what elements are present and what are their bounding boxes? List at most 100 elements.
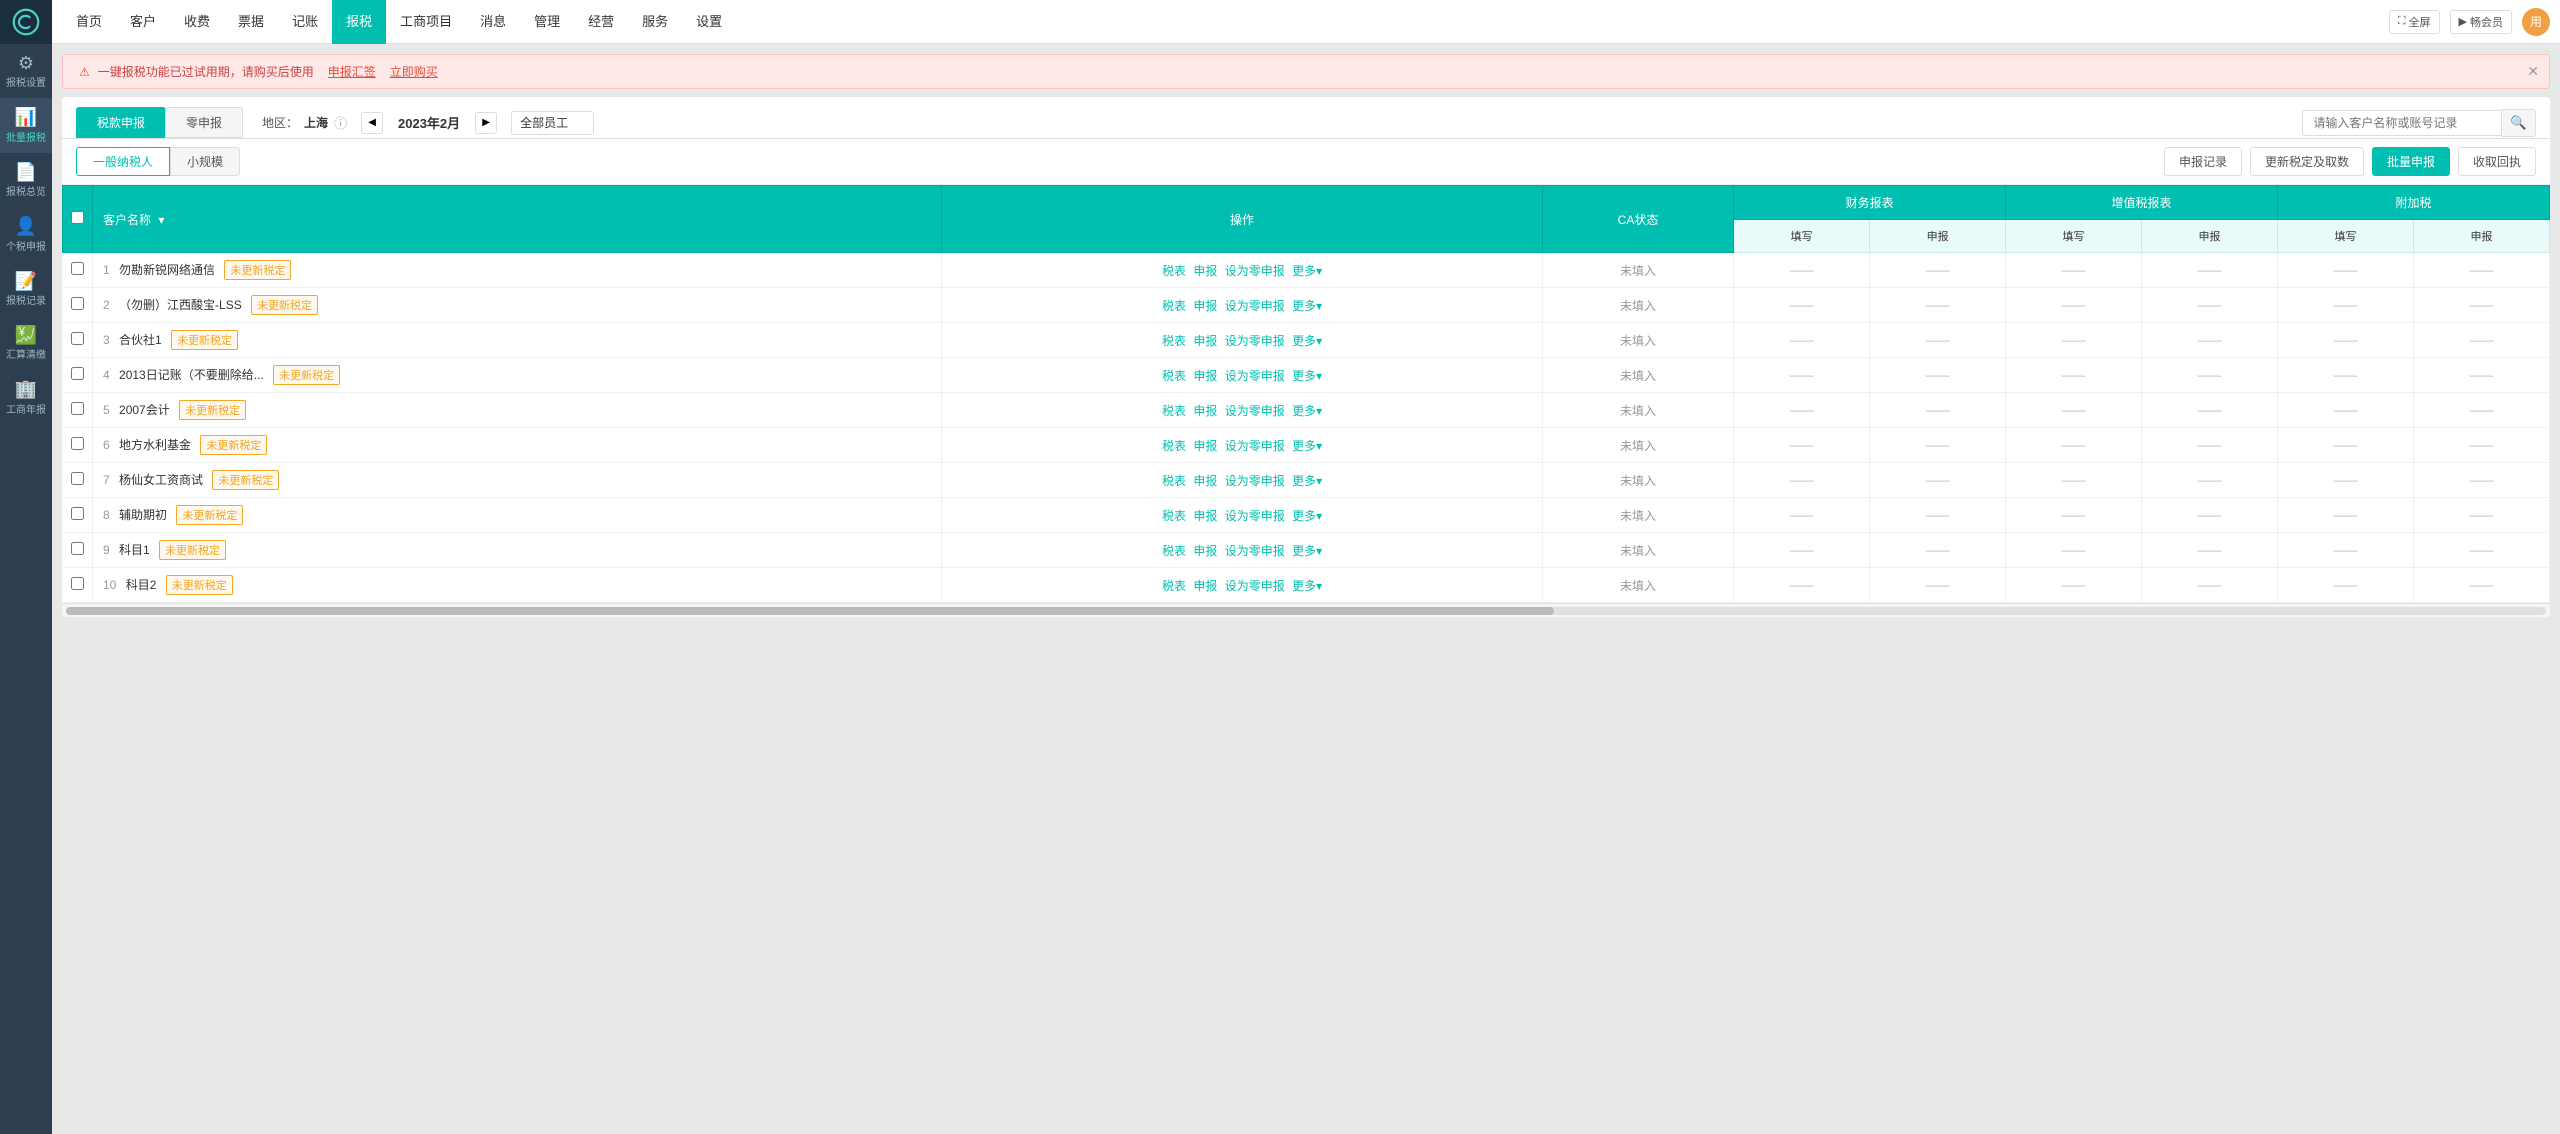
nav-invoice[interactable]: 票据 [224,0,278,44]
op-tax-form[interactable]: 税表 [1162,369,1186,383]
op-more[interactable]: 更多▾ [1292,334,1322,348]
op-more[interactable]: 更多▾ [1292,509,1322,523]
user-avatar[interactable]: 用 [2522,8,2550,36]
sidebar-item-personal-tax[interactable]: 👤 个税申报 [0,207,52,261]
op-more[interactable]: 更多▾ [1292,369,1322,383]
sidebar-item-batch-tax[interactable]: 📊 批量报税 [0,98,52,152]
op-tax-form[interactable]: 税表 [1162,334,1186,348]
member-button[interactable]: ▶ 畅会员 [2450,10,2512,34]
op-more[interactable]: 更多▾ [1292,474,1322,488]
op-set-zero[interactable]: 设为零申报 [1225,579,1285,593]
op-tax-form[interactable]: 税表 [1162,404,1186,418]
op-declare[interactable]: 申报 [1193,264,1217,278]
nav-tax[interactable]: 报税 [332,0,386,44]
select-all-checkbox[interactable] [71,211,84,224]
nav-business-project[interactable]: 工商项目 [386,0,466,44]
op-tax-form[interactable]: 税表 [1162,264,1186,278]
fullscreen-button[interactable]: ⛶ 全屏 [2389,10,2440,34]
sidebar-item-label: 批量报税 [6,132,46,145]
app-logo[interactable] [0,0,52,44]
add-submit-cell: —— [2413,568,2549,603]
nav-bookkeeping[interactable]: 记账 [278,0,332,44]
tab-small-taxpayer[interactable]: 小规模 [170,147,240,176]
tab-declare[interactable]: 税款申报 [76,107,166,138]
op-declare[interactable]: 申报 [1193,544,1217,558]
search-button[interactable]: 🔍 [2502,109,2536,137]
nav-message[interactable]: 消息 [466,0,520,44]
op-more[interactable]: 更多▾ [1292,404,1322,418]
update-tax-button[interactable]: 更新税定及取数 [2250,147,2364,176]
nav-settings[interactable]: 设置 [682,0,736,44]
nav-client[interactable]: 客户 [116,0,170,44]
row-checkbox-8[interactable] [71,542,84,555]
row-checkbox-2[interactable] [71,332,84,345]
op-set-zero[interactable]: 设为零申报 [1225,509,1285,523]
op-set-zero[interactable]: 设为零申报 [1225,299,1285,313]
op-set-zero[interactable]: 设为零申报 [1225,404,1285,418]
row-checkbox-1[interactable] [71,297,84,310]
notice-link-report[interactable]: 申报汇签 [328,63,376,80]
op-declare[interactable]: 申报 [1193,439,1217,453]
row-checkbox-6[interactable] [71,472,84,485]
date-prev-button[interactable]: ◀ [361,112,383,134]
notice-link-buy[interactable]: 立即购买 [390,63,438,80]
op-tax-form[interactable]: 税表 [1162,509,1186,523]
search-input[interactable] [2302,110,2502,136]
row-checkbox-7[interactable] [71,507,84,520]
horizontal-scrollbar[interactable] [62,603,2550,617]
op-declare[interactable]: 申报 [1193,474,1217,488]
nav-manage[interactable]: 管理 [520,0,574,44]
op-more[interactable]: 更多▾ [1292,544,1322,558]
batch-declare-button[interactable]: 批量申报 [2372,147,2450,176]
declare-record-button[interactable]: 申报记录 [2164,147,2242,176]
row-checkbox-3[interactable] [71,367,84,380]
tab-zero[interactable]: 零申报 [165,107,243,138]
op-set-zero[interactable]: 设为零申报 [1225,439,1285,453]
row-checkbox-9[interactable] [71,577,84,590]
op-set-zero[interactable]: 设为零申报 [1225,544,1285,558]
op-more[interactable]: 更多▾ [1292,299,1322,313]
op-declare[interactable]: 申报 [1193,579,1217,593]
op-tax-form[interactable]: 税表 [1162,579,1186,593]
sidebar-item-annual-settlement[interactable]: 💹 汇算清缴 [0,316,52,370]
tax-submit-cell: —— [2142,463,2278,498]
search-wrap: 🔍 [2302,109,2536,137]
op-more[interactable]: 更多▾ [1292,264,1322,278]
op-declare[interactable]: 申报 [1193,509,1217,523]
tab-general-taxpayer[interactable]: 一般纳税人 [76,147,170,176]
sidebar-item-business-annual[interactable]: 🏢 工商年报 [0,370,52,424]
row-checkbox-0[interactable] [71,262,84,275]
op-more[interactable]: 更多▾ [1292,439,1322,453]
nav-home[interactable]: 首页 [62,0,116,44]
op-set-zero[interactable]: 设为零申报 [1225,334,1285,348]
op-declare[interactable]: 申报 [1193,299,1217,313]
nav-billing[interactable]: 收费 [170,0,224,44]
row-checkbox-4[interactable] [71,402,84,415]
sidebar-item-tax-record[interactable]: 📝 报税记录 [0,262,52,316]
row-checkbox-5[interactable] [71,437,84,450]
op-tax-form[interactable]: 税表 [1162,299,1186,313]
op-set-zero[interactable]: 设为零申报 [1225,474,1285,488]
nav-operation[interactable]: 经营 [574,0,628,44]
op-declare[interactable]: 申报 [1193,334,1217,348]
sidebar-item-tax-settings[interactable]: ⚙ 报税设置 [0,44,52,98]
op-more[interactable]: 更多▾ [1292,579,1322,593]
nav-service[interactable]: 服务 [628,0,682,44]
staff-select[interactable]: 全部员工 [511,111,594,135]
tax-submit-cell: —— [2142,288,2278,323]
scrollbar-thumb[interactable] [66,607,1554,615]
sort-icon[interactable]: ▾ [158,213,164,227]
add-fill-cell: —— [2278,428,2414,463]
sidebar-item-tax-overview[interactable]: 📄 报税总览 [0,153,52,207]
op-declare[interactable]: 申报 [1193,404,1217,418]
op-tax-form[interactable]: 税表 [1162,474,1186,488]
date-next-button[interactable]: ▶ [475,112,497,134]
op-tax-form[interactable]: 税表 [1162,439,1186,453]
op-declare[interactable]: 申报 [1193,369,1217,383]
retrieve-receipt-button[interactable]: 收取回执 [2458,147,2536,176]
notice-close-button[interactable]: ✕ [2527,63,2539,80]
op-set-zero[interactable]: 设为零申报 [1225,264,1285,278]
op-set-zero[interactable]: 设为零申报 [1225,369,1285,383]
op-tax-form[interactable]: 税表 [1162,544,1186,558]
fin-fill-cell: —— [1734,288,1870,323]
